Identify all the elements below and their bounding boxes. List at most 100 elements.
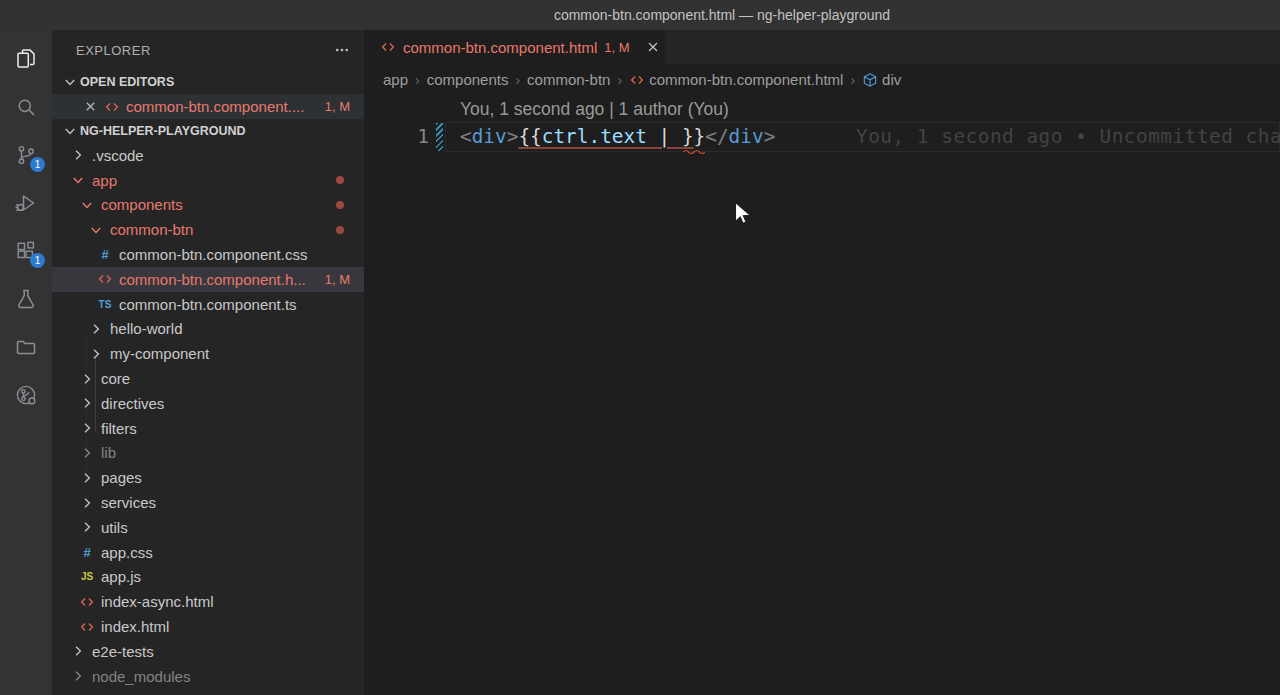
sidebar-title: EXPLORER xyxy=(76,43,334,58)
breadcrumb-item-components[interactable]: components xyxy=(427,71,509,88)
error-squiggle xyxy=(683,148,705,154)
tree-item-app[interactable]: app xyxy=(52,168,364,193)
code-token: > xyxy=(764,125,776,148)
explorer-sidebar: EXPLORER OPEN EDITORS common-btn.compone… xyxy=(52,30,364,695)
breadcrumb-label: common-btn xyxy=(527,71,610,88)
html-icon xyxy=(629,72,645,88)
close-icon[interactable] xyxy=(82,99,98,115)
chevron-right-icon xyxy=(79,519,95,535)
breadcrumb-item-common-btn-component-html[interactable]: common-btn.component.html xyxy=(629,71,843,88)
tree-item-services[interactable]: services xyxy=(52,490,364,515)
code-token: {{ xyxy=(518,125,541,148)
open-editor-item[interactable]: common-btn.component.... 1, M xyxy=(52,94,364,119)
open-editor-filename: common-btn.component.... xyxy=(126,98,304,115)
tree-item-index-html[interactable]: index.html xyxy=(52,614,364,639)
tree-item-index-async-html[interactable]: index-async.html xyxy=(52,589,364,614)
tree-item-components[interactable]: components xyxy=(52,193,364,218)
chevron-right-icon xyxy=(70,643,86,659)
sidebar-header: EXPLORER xyxy=(52,30,364,70)
tree-item-my-component[interactable]: my-component xyxy=(52,341,364,366)
code-token: | xyxy=(647,125,682,148)
activity-explorer[interactable] xyxy=(0,35,52,83)
tree-item-label: hello-world xyxy=(110,320,183,337)
tree-item-app-css[interactable]: #app.css xyxy=(52,540,364,565)
problems-modified-badge: 1, M xyxy=(325,272,350,287)
tree-item-label: index-async.html xyxy=(101,593,214,610)
chevron-right-icon xyxy=(70,668,86,684)
code-line-1[interactable]: 1 <div>{{ctrl.text | }}</div> You, 1 sec… xyxy=(364,122,1280,152)
search-icon xyxy=(14,95,38,119)
project-root-header[interactable]: NG-HELPER-PLAYGROUND xyxy=(52,119,364,143)
tree-item-label: core xyxy=(101,370,130,387)
activity-gitlens[interactable] xyxy=(0,371,52,419)
activity-testing[interactable] xyxy=(0,275,52,323)
tree-item-label: common-btn.component.h... xyxy=(119,271,306,288)
activity-extensions[interactable]: 1 xyxy=(0,227,52,275)
chevron-right-icon xyxy=(79,371,95,387)
tree-item-label: filters xyxy=(101,420,137,437)
tree-item-app-js[interactable]: JS app.js xyxy=(52,565,364,590)
chevron-right-icon xyxy=(88,321,104,337)
tree-item-label: utils xyxy=(101,519,128,536)
tree-item-label: common-btn xyxy=(110,221,193,238)
chevron-down-icon xyxy=(88,222,104,238)
breadcrumb-item-app[interactable]: app xyxy=(383,71,408,88)
breadcrumb-separator: › xyxy=(617,72,622,88)
html-file-icon xyxy=(79,594,95,610)
tree-item-label: app xyxy=(92,172,117,189)
breadcrumb-item-div[interactable]: div xyxy=(862,71,901,88)
open-editors-header[interactable]: OPEN EDITORS xyxy=(52,70,364,94)
activity-run-debug[interactable] xyxy=(0,179,52,227)
breadcrumb-label: div xyxy=(882,71,901,88)
activity-bar: 11 xyxy=(0,30,52,695)
tree-item-pages[interactable]: pages xyxy=(52,465,364,490)
codelens-blame[interactable]: You, 1 second ago | 1 author (You) xyxy=(364,95,1280,122)
tree-item--vscode[interactable]: .vscode xyxy=(52,143,364,168)
chevron-down-icon xyxy=(62,74,78,90)
tree-item-common-btn-component-h-[interactable]: common-btn.component.h... 1, M xyxy=(52,267,364,292)
tab-close-icon[interactable] xyxy=(645,39,661,55)
chevron-right-icon xyxy=(79,495,95,511)
mouse-cursor xyxy=(731,201,751,227)
chevron-right-icon xyxy=(70,147,86,163)
tree-item-common-btn-component-css[interactable]: #common-btn.component.css xyxy=(52,242,364,267)
tab-common-btn-component-html[interactable]: common-btn.component.html 1, M xyxy=(364,30,665,64)
tree-item-lib[interactable]: lib xyxy=(52,441,364,466)
chevron-right-icon xyxy=(79,420,95,436)
activity-source-control[interactable]: 1 xyxy=(0,131,52,179)
tree-item-label: components xyxy=(101,196,183,213)
code-token: div xyxy=(472,125,507,148)
tree-item-directives[interactable]: directives xyxy=(52,391,364,416)
line-number: 1 xyxy=(364,122,429,152)
beaker-icon xyxy=(14,287,38,311)
chevron-down-icon xyxy=(79,197,95,213)
code-token: > xyxy=(507,125,519,148)
activity-search[interactable] xyxy=(0,83,52,131)
tree-item-label: e2e-tests xyxy=(92,643,154,660)
tree-item-node-modules[interactable]: node_modules xyxy=(52,664,364,689)
tree-item-label: .vscode xyxy=(92,147,144,164)
code-text[interactable]: <div>{{ctrl.text | }}</div> xyxy=(460,122,775,152)
tab-bar: common-btn.component.html 1, M xyxy=(364,30,1280,64)
tree-item-label: app.js xyxy=(101,568,141,585)
activity-file-explorer[interactable] xyxy=(0,323,52,371)
modified-line-gutter xyxy=(436,123,443,151)
chevron-right-icon xyxy=(79,445,95,461)
tree-item-utils[interactable]: utils xyxy=(52,515,364,540)
tree-item-e2e-tests[interactable]: e2e-tests xyxy=(52,639,364,664)
code-token: } xyxy=(682,125,694,148)
breadcrumb-item-common-btn[interactable]: common-btn xyxy=(527,71,610,88)
code-token: </ xyxy=(705,125,728,148)
ts-file-icon: TS xyxy=(97,296,113,312)
breadcrumb: app›components›common-btn›common-btn.com… xyxy=(364,64,1280,95)
breadcrumb-label: common-btn.component.html xyxy=(649,71,843,88)
tree-item-hello-world[interactable]: hello-world xyxy=(52,317,364,342)
html-file-icon xyxy=(79,619,95,635)
tree-item-filters[interactable]: filters xyxy=(52,416,364,441)
tree-item-core[interactable]: core xyxy=(52,366,364,391)
tree-item-common-btn-component-ts[interactable]: TScommon-btn.component.ts xyxy=(52,292,364,317)
js-file-icon: JS xyxy=(79,569,95,585)
more-actions-icon[interactable] xyxy=(334,42,350,58)
tree-item-common-btn[interactable]: common-btn xyxy=(52,217,364,242)
chevron-right-icon xyxy=(88,346,104,362)
